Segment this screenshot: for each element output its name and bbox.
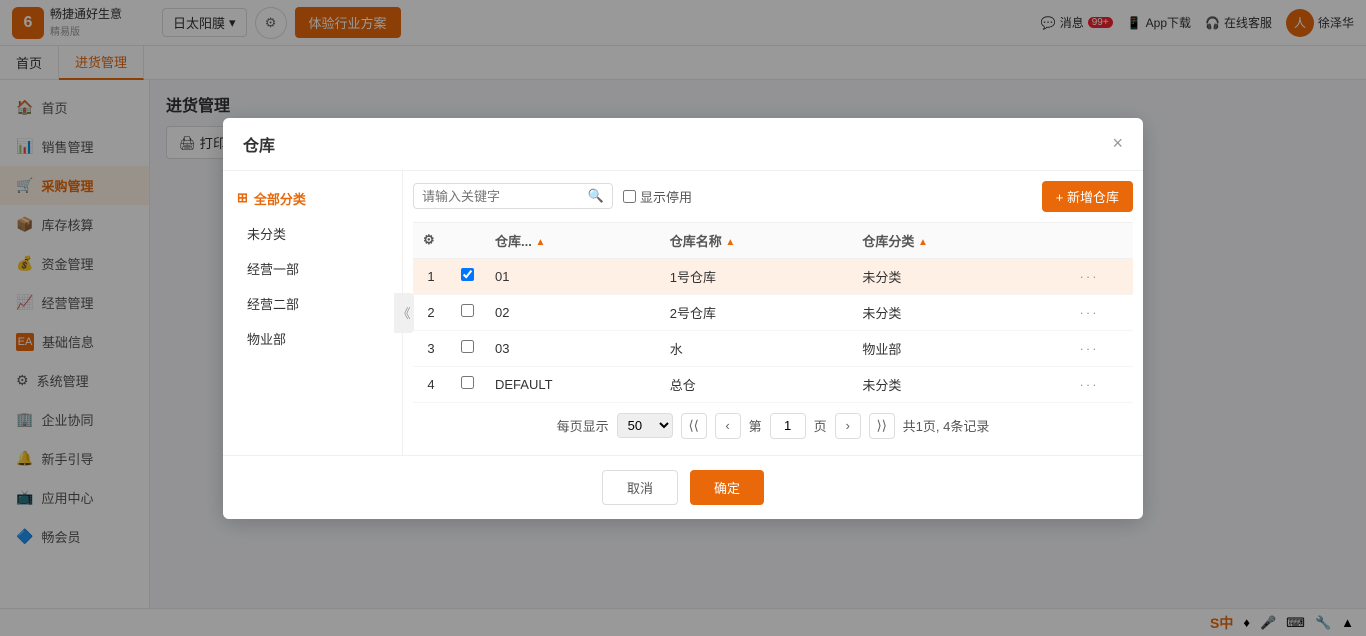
- show-disabled-label: 显示停用: [640, 187, 692, 206]
- warehouse-dialog: 仓库 × ⊞ 全部分类 未分类 经营一部 经营二部 物业部 《: [223, 118, 1143, 519]
- prev-page-btn[interactable]: ‹: [715, 413, 741, 439]
- last-page-btn[interactable]: ⟩⟩: [869, 413, 895, 439]
- row-action-dots[interactable]: ···: [1080, 269, 1099, 284]
- td-no: 4: [413, 366, 449, 402]
- td-name: 水: [660, 330, 853, 366]
- category-operations2[interactable]: 经营二部: [223, 286, 402, 321]
- dialog-header: 仓库 ×: [223, 118, 1143, 171]
- td-check[interactable]: [449, 294, 485, 330]
- th-code[interactable]: 仓库... ▲: [485, 222, 660, 258]
- show-disabled-checkbox[interactable]: [623, 190, 636, 203]
- td-check[interactable]: [449, 330, 485, 366]
- category-operations1[interactable]: 经营一部: [223, 251, 402, 286]
- show-disabled-wrap[interactable]: 显示停用: [623, 187, 692, 206]
- th-actions: [1045, 222, 1133, 258]
- row-action-dots[interactable]: ···: [1080, 305, 1099, 320]
- th-check: [449, 222, 485, 258]
- td-check[interactable]: [449, 258, 485, 294]
- td-code: DEFAULT: [485, 366, 660, 402]
- td-category: 物业部: [852, 330, 1045, 366]
- grid-icon: ⊞: [237, 190, 248, 206]
- all-category-btn[interactable]: ⊞ 全部分类: [223, 181, 402, 216]
- td-name: 2号仓库: [660, 294, 853, 330]
- search-wrap: 🔍: [413, 183, 613, 209]
- page-number-input[interactable]: [770, 413, 806, 439]
- all-category-label: 全部分类: [254, 189, 306, 208]
- warehouse-table: ⚙ 仓库... ▲ 仓库名称 ▲ 仓库分类 ▲ 1 01 1号仓库 未分类 ··…: [413, 222, 1133, 403]
- td-no: 1: [413, 258, 449, 294]
- dialog-close-button[interactable]: ×: [1112, 133, 1123, 154]
- search-input[interactable]: [422, 189, 582, 204]
- dialog-overlay: 仓库 × ⊞ 全部分类 未分类 经营一部 经营二部 物业部 《: [0, 0, 1366, 636]
- td-category: 未分类: [852, 366, 1045, 402]
- table-toolbar: 🔍 显示停用 + 新增仓库: [413, 181, 1133, 212]
- total-info: 共1页, 4条记录: [903, 416, 990, 435]
- td-category: 未分类: [852, 258, 1045, 294]
- table-row[interactable]: 4 DEFAULT 总仓 未分类 ···: [413, 366, 1133, 402]
- row-action-dots[interactable]: ···: [1080, 341, 1099, 356]
- first-page-btn[interactable]: ⟨⟨: [681, 413, 707, 439]
- confirm-button[interactable]: 确定: [690, 470, 764, 505]
- th-category[interactable]: 仓库分类 ▲: [852, 222, 1045, 258]
- table-panel: 🔍 显示停用 + 新增仓库 ⚙ 仓库... ▲: [403, 171, 1143, 455]
- td-code: 02: [485, 294, 660, 330]
- td-category: 未分类: [852, 294, 1045, 330]
- pagination: 每页显示 50 100 200 ⟨⟨ ‹ 第 页 › ⟩⟩ 共1页, 4条记录: [413, 403, 1133, 445]
- category-property[interactable]: 物业部: [223, 321, 402, 356]
- next-page-btn[interactable]: ›: [835, 413, 861, 439]
- th-name[interactable]: 仓库名称 ▲: [660, 222, 853, 258]
- td-actions[interactable]: ···: [1045, 294, 1133, 330]
- new-warehouse-btn[interactable]: + 新增仓库: [1042, 181, 1133, 212]
- category-panel: ⊞ 全部分类 未分类 经营一部 经营二部 物业部 《: [223, 171, 403, 455]
- td-actions[interactable]: ···: [1045, 366, 1133, 402]
- collapse-panel-btn[interactable]: 《: [394, 293, 414, 333]
- dialog-body: ⊞ 全部分类 未分类 经营一部 经营二部 物业部 《 🔍: [223, 171, 1143, 455]
- table-row[interactable]: 3 03 水 物业部 ···: [413, 330, 1133, 366]
- cancel-button[interactable]: 取消: [602, 470, 678, 505]
- td-name: 1号仓库: [660, 258, 853, 294]
- td-name: 总仓: [660, 366, 853, 402]
- page-suffix: 页: [814, 416, 827, 435]
- td-check[interactable]: [449, 366, 485, 402]
- td-actions[interactable]: ···: [1045, 330, 1133, 366]
- search-icon: 🔍: [588, 188, 604, 204]
- td-actions[interactable]: ···: [1045, 258, 1133, 294]
- category-unclassified[interactable]: 未分类: [223, 216, 402, 251]
- dialog-footer: 取消 确定: [223, 455, 1143, 519]
- table-row[interactable]: 2 02 2号仓库 未分类 ···: [413, 294, 1133, 330]
- table-row[interactable]: 1 01 1号仓库 未分类 ···: [413, 258, 1133, 294]
- td-no: 3: [413, 330, 449, 366]
- dialog-title: 仓库: [243, 132, 275, 156]
- per-page-label: 每页显示: [557, 416, 609, 435]
- td-code: 01: [485, 258, 660, 294]
- th-settings[interactable]: ⚙: [413, 222, 449, 258]
- td-no: 2: [413, 294, 449, 330]
- page-prefix: 第: [749, 416, 762, 435]
- per-page-select[interactable]: 50 100 200: [617, 413, 673, 438]
- td-code: 03: [485, 330, 660, 366]
- row-action-dots[interactable]: ···: [1080, 377, 1099, 392]
